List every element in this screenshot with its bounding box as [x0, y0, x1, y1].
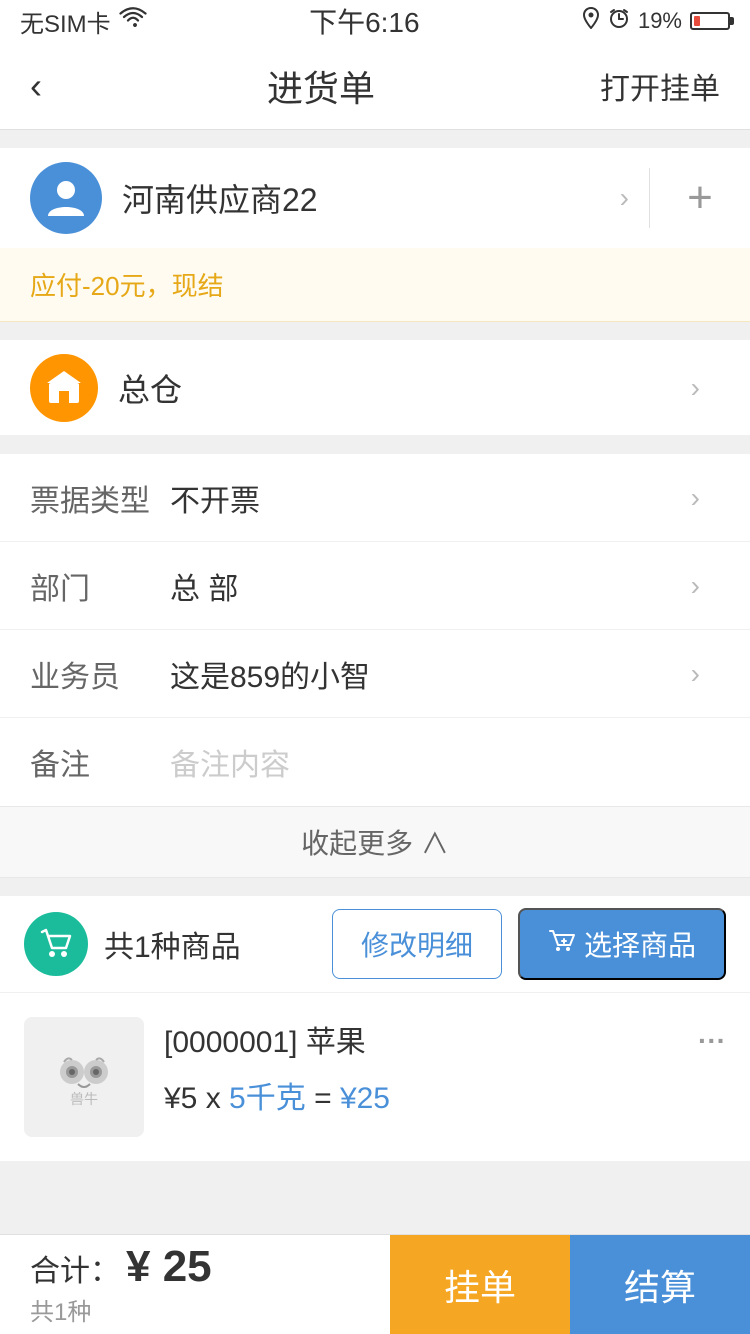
- product-count-icon: [24, 912, 88, 976]
- warehouse-icon: [30, 354, 98, 422]
- product-quantity: 5千克: [229, 1082, 306, 1115]
- product-price: ¥5 x 5千克 = ¥25: [164, 1073, 678, 1117]
- status-time: 下午6:16: [309, 1, 420, 41]
- product-equal: =: [306, 1082, 340, 1115]
- product-item: 兽牛 [0000001] 苹果 ¥5 x 5千克 = ¥25 ···: [0, 992, 750, 1161]
- nav-bar: ‹ 进货单 打开挂单: [0, 42, 750, 130]
- alarm-icon: [608, 7, 630, 35]
- notice-bar: 应付-20元，现结: [0, 248, 750, 322]
- status-left: 无SIM卡: [20, 4, 147, 39]
- product-more-button[interactable]: ···: [698, 1017, 726, 1057]
- invoice-label: 票据类型: [30, 476, 170, 520]
- cart-icon: [548, 928, 576, 960]
- warehouse-row[interactable]: 总仓 ›: [0, 340, 750, 436]
- product-total-price: ¥25: [340, 1082, 390, 1115]
- svg-text:兽牛: 兽牛: [70, 1091, 98, 1107]
- open-hang-button[interactable]: 打开挂单: [600, 64, 720, 108]
- product-info: [0000001] 苹果 ¥5 x 5千克 = ¥25: [164, 1017, 678, 1117]
- form-card: 票据类型 不开票 › 部门 总 部 › 业务员 这是859的小智 › 备注 备注…: [0, 454, 750, 806]
- section-divider-3: [0, 436, 750, 454]
- battery-level: 19%: [638, 8, 682, 34]
- wifi-icon: [119, 7, 147, 36]
- remark-row[interactable]: 备注 备注内容: [0, 718, 750, 806]
- section-divider-4: [0, 878, 750, 896]
- supplier-chevron-icon: ›: [600, 182, 649, 214]
- salesman-label: 业务员: [30, 652, 170, 696]
- warehouse-name: 总仓: [118, 365, 671, 411]
- invoice-value: 不开票: [170, 476, 671, 520]
- collapse-bar[interactable]: 收起更多 ∧: [0, 806, 750, 878]
- supplier-card: 河南供应商22 › + 应付-20元，现结: [0, 148, 750, 322]
- select-product-button[interactable]: 选择商品: [518, 908, 726, 980]
- add-supplier-button[interactable]: +: [650, 148, 750, 248]
- salesman-row[interactable]: 业务员 这是859的小智 ›: [0, 630, 750, 718]
- salesman-value: 这是859的小智: [170, 652, 671, 696]
- department-row[interactable]: 部门 总 部 ›: [0, 542, 750, 630]
- supplier-avatar: [30, 162, 102, 234]
- total-sub: 共1种: [30, 1292, 212, 1327]
- product-code: [0000001]: [164, 1026, 297, 1059]
- product-title-name: 苹果: [306, 1026, 366, 1059]
- supplier-name: 河南供应商22: [122, 175, 600, 221]
- footer: 合计： ¥ 25 共1种 挂单 结算: [0, 1234, 750, 1334]
- supplier-row[interactable]: 河南供应商22 › +: [0, 148, 750, 248]
- product-thumbnail: 兽牛: [24, 1017, 144, 1137]
- department-chevron-icon: ›: [671, 570, 720, 602]
- warehouse-card: 总仓 ›: [0, 340, 750, 436]
- status-right: 19%: [582, 7, 730, 35]
- invoice-row[interactable]: 票据类型 不开票 ›: [0, 454, 750, 542]
- invoice-chevron-icon: ›: [671, 482, 720, 514]
- total-label: 合计：: [30, 1246, 120, 1290]
- location-icon: [582, 7, 600, 35]
- page-title: 进货单: [267, 60, 375, 112]
- total-amount: ¥ 25: [126, 1242, 212, 1292]
- collapse-label: 收起更多 ∧: [301, 822, 449, 862]
- carrier-label: 无SIM卡: [20, 4, 111, 39]
- edit-detail-button[interactable]: 修改明细: [332, 909, 502, 979]
- department-value: 总 部: [170, 564, 671, 608]
- product-count-label: 共1种商品: [104, 922, 316, 966]
- warehouse-chevron-icon: ›: [671, 372, 720, 404]
- section-divider-2: [0, 322, 750, 340]
- section-divider-1: [0, 130, 750, 148]
- status-bar: 无SIM卡 下午6:16 19%: [0, 0, 750, 42]
- product-header: 共1种商品 修改明细 选择商品: [0, 896, 750, 992]
- hang-button[interactable]: 挂单: [390, 1235, 570, 1334]
- footer-total-section: 合计： ¥ 25 共1种: [0, 1235, 390, 1334]
- product-name: [0000001] 苹果: [164, 1017, 678, 1061]
- product-unit-price: ¥5 x: [164, 1082, 229, 1115]
- department-label: 部门: [30, 564, 170, 608]
- battery-icon: [690, 12, 730, 30]
- remark-label: 备注: [30, 740, 170, 784]
- checkout-button[interactable]: 结算: [570, 1235, 750, 1334]
- remark-input[interactable]: 备注内容: [170, 740, 720, 784]
- salesman-chevron-icon: ›: [671, 658, 720, 690]
- back-button[interactable]: ‹: [30, 65, 42, 107]
- select-product-label: 选择商品: [584, 924, 696, 964]
- notice-text: 应付-20元，现结: [30, 271, 224, 301]
